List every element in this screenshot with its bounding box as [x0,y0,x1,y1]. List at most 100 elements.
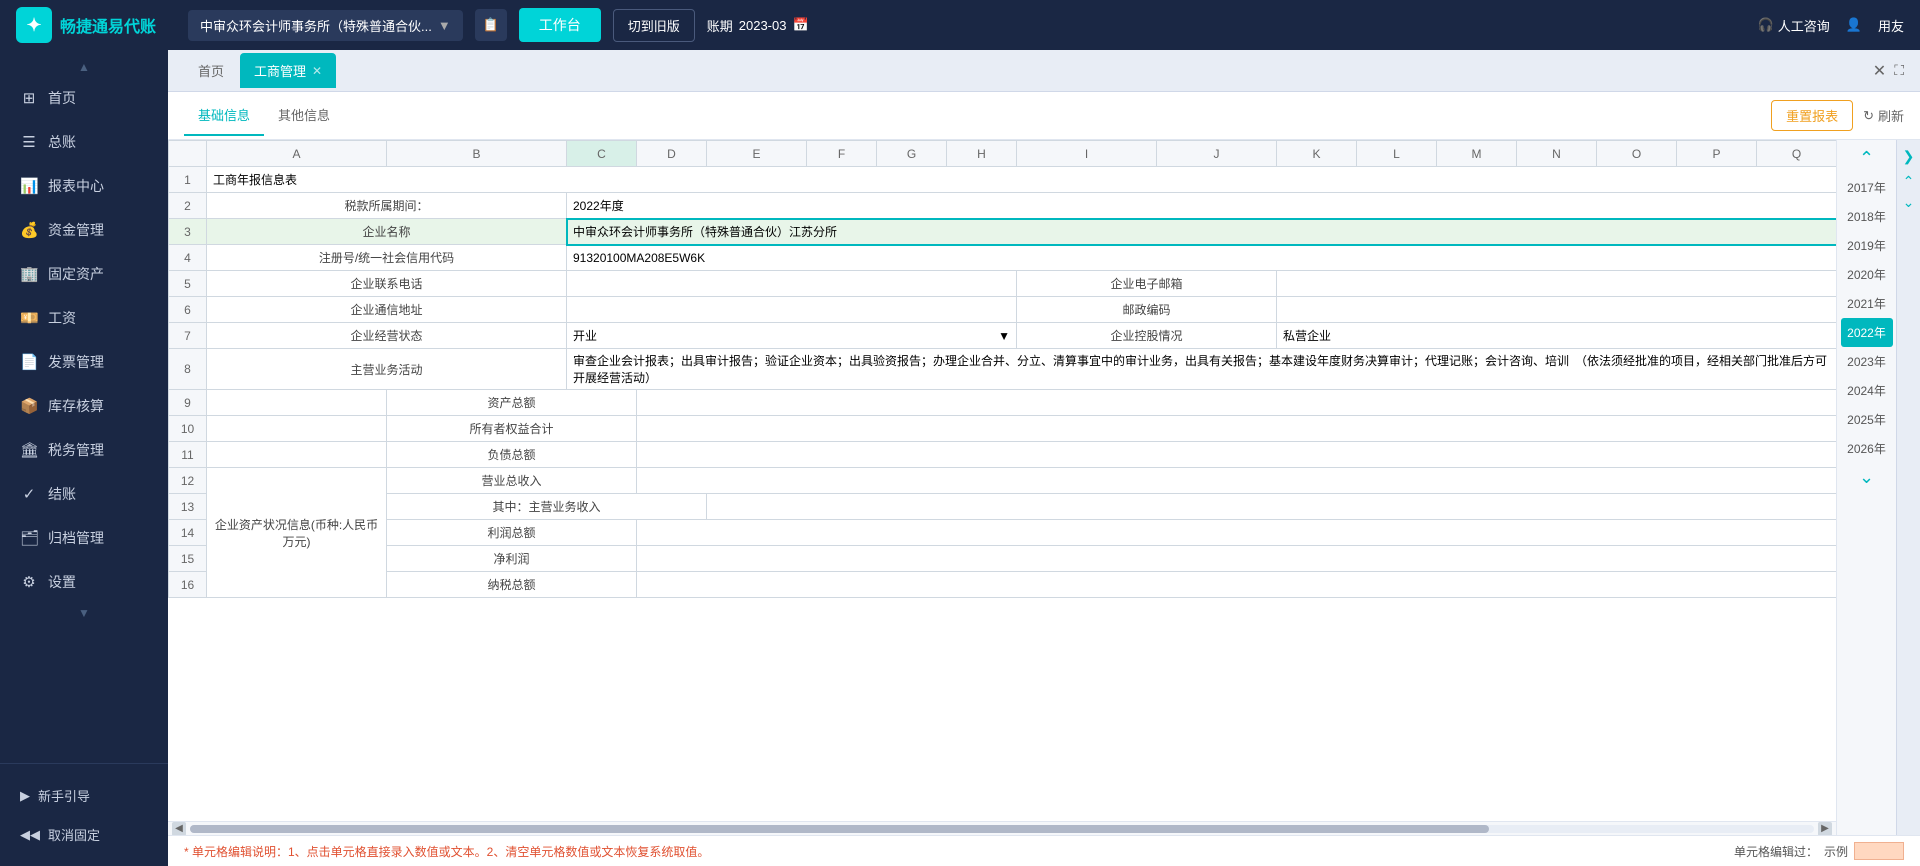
col-header-O[interactable]: O [1597,141,1677,167]
cell-6-addr[interactable] [567,297,1017,323]
tab-biz[interactable]: 工商管理 ✕ [240,53,336,88]
year-2019[interactable]: 2019年 [1841,231,1893,260]
cell-15-value[interactable] [637,546,1837,572]
sub-tab-other[interactable]: 其他信息 [264,95,344,136]
sidebar-item-settle[interactable]: ✓ 结账 [0,472,168,516]
year-2020[interactable]: 2020年 [1841,260,1893,289]
sidebar-item-payroll[interactable]: 💴 工资 [0,296,168,340]
year-2021[interactable]: 2021年 [1841,289,1893,318]
sidebar: ▲ ⊞ 首页 ☰ 总账 📊 报表中心 💰 资金管理 🏢 固定资产 [0,50,168,866]
sidebar-item-unfix[interactable]: ◀◀ 取消固定 [0,815,168,854]
col-header-P[interactable]: P [1677,141,1757,167]
year-2025[interactable]: 2025年 [1841,405,1893,434]
col-header-M[interactable]: M [1437,141,1517,167]
col-header-G[interactable]: G [877,141,947,167]
year-2026[interactable]: 2026年 [1841,434,1893,463]
app-name: 畅捷通易代账 [60,13,156,37]
sidebar-item-inventory[interactable]: 📦 库存核算 [0,384,168,428]
workbench-button[interactable]: 工作台 [519,8,601,42]
sub-tab-basic[interactable]: 基础信息 [184,95,264,136]
year-2023[interactable]: 2023年 [1841,347,1893,376]
year-2018[interactable]: 2018年 [1841,202,1893,231]
cell-14-value[interactable] [637,520,1837,546]
consult-button[interactable]: 🎧 人工咨询 [1758,16,1830,35]
col-header-J[interactable]: J [1157,141,1277,167]
h-scroll-left-btn[interactable]: ◀ [172,822,186,836]
sidebar-label-tax: 税务管理 [48,440,104,460]
col-header-Q[interactable]: Q [1757,141,1837,167]
col-header-I[interactable]: I [1017,141,1157,167]
sidebar-item-new-guide[interactable]: ▶ 新手引导 [0,776,168,815]
col-header-H[interactable]: H [947,141,1017,167]
old-version-button[interactable]: 切到旧版 [613,9,695,42]
cell-10-value[interactable] [637,416,1837,442]
cell-7-state[interactable]: 开业 ▼ [567,323,1017,349]
table-row: 7 企业经营状态 开业 ▼ 企业控股情况 私 [169,323,1837,349]
table-row: 4 注册号/统一社会信用代码 91320100MA208E5W6K [169,245,1837,271]
cell-3-value[interactable]: 中审众环会计师事务所（特殊普通合伙）江苏分所 [567,219,1837,245]
maximize-icon[interactable]: ⛶ [1894,62,1904,79]
cell-1-title[interactable]: 工商年报信息表 [207,167,1837,193]
sidebar-item-ledger[interactable]: ☰ 总账 [0,120,168,164]
year-scroll-down[interactable]: ⌄ [1855,463,1878,492]
col-header-C[interactable]: C [567,141,637,167]
cell-4-value[interactable]: 91320100MA208E5W6K [567,245,1837,271]
h-scrollbar[interactable]: ◀ ▶ [168,821,1836,835]
calendar-icon[interactable]: 📅 [792,17,808,33]
cell-8-value[interactable]: 审查企业会计报表；出具审计报告；验证企业资本；出具验资报告；办理企业合并、分立、… [567,349,1837,390]
sidebar-item-invoice[interactable]: 📄 发票管理 [0,340,168,384]
doc-icon[interactable]: 📋 [475,9,507,41]
reset-button[interactable]: 重置报表 [1771,100,1853,131]
sidebar-item-reports[interactable]: 📊 报表中心 [0,164,168,208]
biz-tab-label: 工商管理 [254,61,306,80]
cell-16-value[interactable] [637,572,1837,598]
cell-12-value[interactable] [637,468,1837,494]
cell-5-email[interactable] [1277,271,1837,297]
cell-11-a [207,442,387,468]
cell-5-phone[interactable] [567,271,1017,297]
sidebar-item-home[interactable]: ⊞ 首页 [0,76,168,120]
cell-13-value[interactable] [707,494,1837,520]
year-scroll-up[interactable]: ⌃ [1855,144,1878,173]
h-scroll-thumb[interactable] [190,825,1489,833]
table-row: 5 企业联系电话 企业电子邮箱 [169,271,1837,297]
col-header-L[interactable]: L [1357,141,1437,167]
panel-expand-down-icon[interactable]: ⌄ [1903,194,1915,211]
sidebar-item-archive[interactable]: 🗂 归档管理 [0,516,168,560]
tab-close-icon[interactable]: ✕ [312,64,322,78]
logo-area: ✦ 畅捷通易代账 [16,7,176,43]
table-row: 6 企业通信地址 邮政编码 [169,297,1837,323]
col-header-A[interactable]: A [207,141,387,167]
cell-2-value[interactable]: 2022年度 [567,193,1837,219]
sidebar-item-tax[interactable]: 🏛 税务管理 [0,428,168,472]
year-2024[interactable]: 2024年 [1841,376,1893,405]
company-selector[interactable]: 中审众环会计师事务所（特殊普通合伙... ▼ [188,10,463,41]
sidebar-item-fixed[interactable]: 🏢 固定资产 [0,252,168,296]
year-2017[interactable]: 2017年 [1841,173,1893,202]
cell-7-control-value[interactable]: 私营企业 [1277,323,1837,349]
spreadsheet-container[interactable]: A B C D E F G H I J [168,140,1836,821]
cell-6-zip[interactable] [1277,297,1837,323]
col-header-E[interactable]: E [707,141,807,167]
col-header-F[interactable]: F [807,141,877,167]
panel-expand-up-icon[interactable]: ⌃ [1903,173,1915,190]
table-row: 9 资产总额 [169,390,1837,416]
panel-collapse-icon[interactable]: ❯ [1903,148,1915,165]
cell-9-value[interactable] [637,390,1837,416]
h-scroll-right-btn[interactable]: ▶ [1818,822,1832,836]
invoice-icon: 📄 [20,353,38,371]
col-header-N[interactable]: N [1517,141,1597,167]
col-header-B[interactable]: B [387,141,567,167]
spreadsheet-wrapper: A B C D E F G H I J [168,140,1920,835]
close-window-icon[interactable]: ✕ [1873,61,1886,81]
col-header-K[interactable]: K [1277,141,1357,167]
col-header-D[interactable]: D [637,141,707,167]
refresh-button[interactable]: ↻ 刷新 [1863,106,1904,125]
tab-home[interactable]: 首页 [184,53,238,88]
cell-12-group-label: 企业资产状况信息(币种:人民币万元) [207,468,387,598]
sidebar-item-settings[interactable]: ⚙ 设置 [0,560,168,604]
year-2022[interactable]: 2022年 [1841,318,1893,347]
sidebar-item-funds[interactable]: 💰 资金管理 [0,208,168,252]
h-scroll-track[interactable] [190,825,1814,833]
cell-11-value[interactable] [637,442,1837,468]
